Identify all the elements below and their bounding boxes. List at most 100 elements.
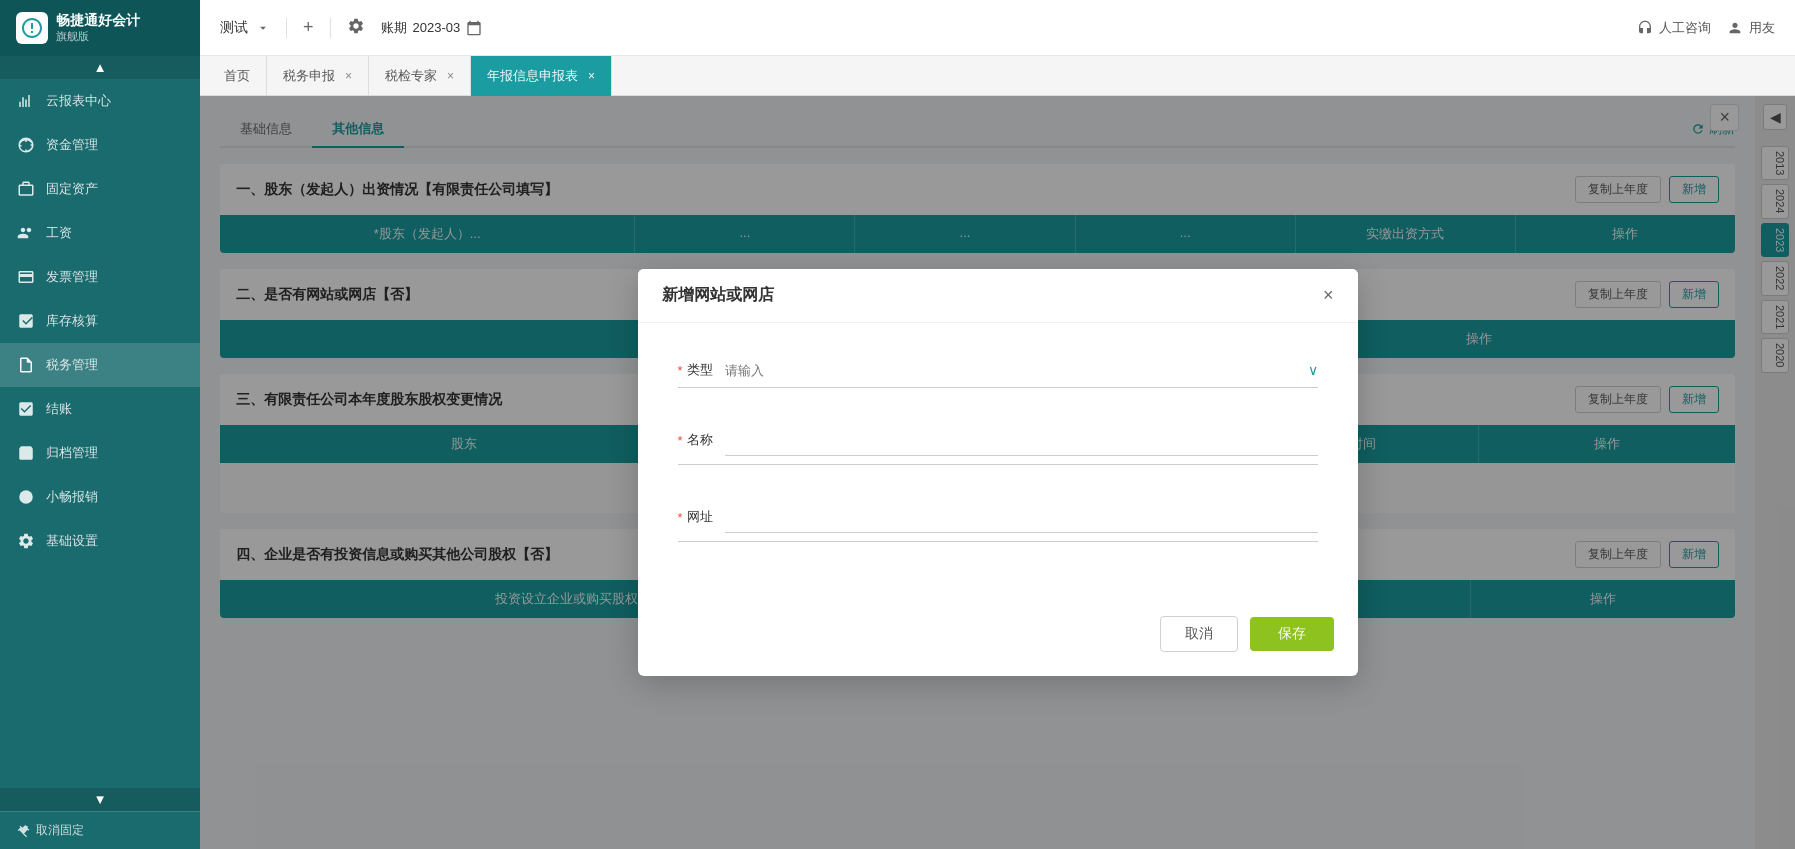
name-label: * 名称 (678, 431, 713, 449)
sidebar-item-label: 结账 (46, 400, 72, 418)
sidebar-item-tax[interactable]: 税务管理 (0, 343, 200, 387)
url-label: * 网址 (678, 508, 713, 526)
type-required: * (678, 363, 683, 378)
save-button[interactable]: 保存 (1250, 617, 1334, 651)
sidebar-item-archive[interactable]: 归档管理 (0, 431, 200, 475)
type-input[interactable] (725, 363, 1308, 378)
fund-icon (16, 135, 36, 155)
payroll-icon (16, 223, 36, 243)
sidebar-item-label: 固定资产 (46, 180, 98, 198)
sidebar: 畅捷通好会计 旗舰版 ▲ 云报表中心 资金管理 固 (0, 0, 200, 849)
sidebar-header: 畅捷通好会计 旗舰版 (0, 0, 200, 56)
tab-annual-report[interactable]: 年报信息申报表 × (471, 56, 612, 96)
period-display: 账期 2023-03 (381, 19, 483, 37)
app-title: 畅捷通好会计 (56, 12, 140, 29)
tab-home-label: 首页 (224, 67, 250, 85)
type-label: * 类型 (678, 361, 713, 379)
service-button[interactable]: 人工咨询 (1637, 19, 1711, 37)
period-value: 2023-03 (413, 20, 461, 35)
sidebar-scroll-down[interactable]: ▼ (0, 788, 200, 811)
type-select-row: * 类型 ∨ (678, 353, 1318, 388)
name-required: * (678, 433, 683, 448)
modal-footer: 取消 保存 (638, 600, 1358, 676)
sidebar-item-assets[interactable]: 固定资产 (0, 167, 200, 211)
user-label: 用友 (1749, 19, 1775, 37)
sidebar-item-checkout[interactable]: 结账 (0, 387, 200, 431)
tab-annual-report-label: 年报信息申报表 (487, 67, 578, 85)
svg-point-0 (19, 490, 33, 504)
user-icon (1727, 20, 1743, 36)
modal-overlay: 新增网站或网店 × * 类型 ∨ (200, 96, 1795, 849)
topbar-divider2 (330, 18, 331, 38)
tab-tax-expert-label: 税检专家 (385, 67, 437, 85)
tab-bar: 首页 税务申报 × 税检专家 × 年报信息申报表 × (200, 56, 1795, 96)
gear-button[interactable] (347, 17, 365, 38)
company-name: 测试 (220, 19, 248, 37)
settings-icon (16, 531, 36, 551)
sidebar-item-cloud-report[interactable]: 云报表中心 (0, 79, 200, 123)
sidebar-item-label: 库存核算 (46, 312, 98, 330)
url-required: * (678, 510, 683, 525)
sidebar-item-label: 小畅报销 (46, 488, 98, 506)
invoice-icon (16, 267, 36, 287)
sidebar-item-label: 基础设置 (46, 532, 98, 550)
modal-close-button[interactable]: × (1323, 285, 1334, 306)
type-dropdown-icon[interactable]: ∨ (1308, 362, 1318, 378)
tab-home[interactable]: 首页 (208, 56, 267, 96)
tab-tax-report-close[interactable]: × (345, 69, 352, 83)
modal-header: 新增网站或网店 × (638, 269, 1358, 323)
company-selector[interactable]: 测试 (220, 19, 270, 37)
modal-field-name: * 名称 (678, 416, 1318, 465)
sidebar-item-xiaochang[interactable]: 小畅报销 (0, 475, 200, 519)
inventory-icon (16, 311, 36, 331)
sidebar-item-settings[interactable]: 基础设置 (0, 519, 200, 563)
sidebar-footer: 取消固定 (0, 811, 200, 849)
modal-add-website: 新增网站或网店 × * 类型 ∨ (638, 269, 1358, 676)
app-title-group: 畅捷通好会计 旗舰版 (56, 12, 140, 44)
sidebar-item-label: 税务管理 (46, 356, 98, 374)
app-logo (16, 12, 48, 44)
assets-icon (16, 179, 36, 199)
period-label: 账期 (381, 19, 407, 37)
url-input[interactable] (725, 501, 1318, 533)
sidebar-item-label: 资金管理 (46, 136, 98, 154)
archive-icon (16, 443, 36, 463)
sidebar-item-label: 工资 (46, 224, 72, 242)
add-button[interactable]: + (303, 17, 314, 38)
user-menu[interactable]: 用友 (1727, 19, 1775, 37)
sidebar-item-label: 发票管理 (46, 268, 98, 286)
tab-tax-expert-close[interactable]: × (447, 69, 454, 83)
modal-field-type: * 类型 ∨ (678, 353, 1318, 388)
xiaochang-icon (16, 487, 36, 507)
checkout-icon (16, 399, 36, 419)
sidebar-item-invoice[interactable]: 发票管理 (0, 255, 200, 299)
chart-icon (16, 91, 36, 111)
name-input-row: * 名称 (678, 416, 1318, 465)
sidebar-item-fund[interactable]: 资金管理 (0, 123, 200, 167)
sidebar-footer-label: 取消固定 (36, 822, 84, 839)
tab-tax-report[interactable]: 税务申报 × (267, 56, 369, 96)
topbar: 测试 + 账期 2023-03 人工咨询 用友 (200, 0, 1795, 56)
sidebar-nav: 云报表中心 资金管理 固定资产 工资 (0, 79, 200, 788)
cancel-button[interactable]: 取消 (1160, 616, 1238, 652)
tab-tax-expert[interactable]: 税检专家 × (369, 56, 471, 96)
modal-field-url: * 网址 (678, 493, 1318, 542)
topbar-divider (286, 18, 287, 38)
sidebar-item-payroll[interactable]: 工资 (0, 211, 200, 255)
sidebar-scroll-up[interactable]: ▲ (0, 56, 200, 79)
main-area: 测试 + 账期 2023-03 人工咨询 用友 (200, 0, 1795, 849)
url-input-row: * 网址 (678, 493, 1318, 542)
calendar-icon (466, 20, 482, 36)
sidebar-item-label: 云报表中心 (46, 92, 111, 110)
name-input[interactable] (725, 424, 1318, 456)
sidebar-item-label: 归档管理 (46, 444, 98, 462)
service-label: 人工咨询 (1659, 19, 1711, 37)
tab-annual-report-close[interactable]: × (588, 69, 595, 83)
content-area: 基础信息 其他信息 刷新 一、股东（发起人）出资情况【有限责任公司填写】 (200, 96, 1795, 849)
unpin-button[interactable]: 取消固定 (16, 822, 184, 839)
sidebar-item-inventory[interactable]: 库存核算 (0, 299, 200, 343)
modal-title: 新增网站或网店 (662, 285, 774, 306)
topbar-right: 人工咨询 用友 (1637, 19, 1775, 37)
app-version: 旗舰版 (56, 29, 140, 44)
modal-body: * 类型 ∨ * 名 (638, 323, 1358, 600)
